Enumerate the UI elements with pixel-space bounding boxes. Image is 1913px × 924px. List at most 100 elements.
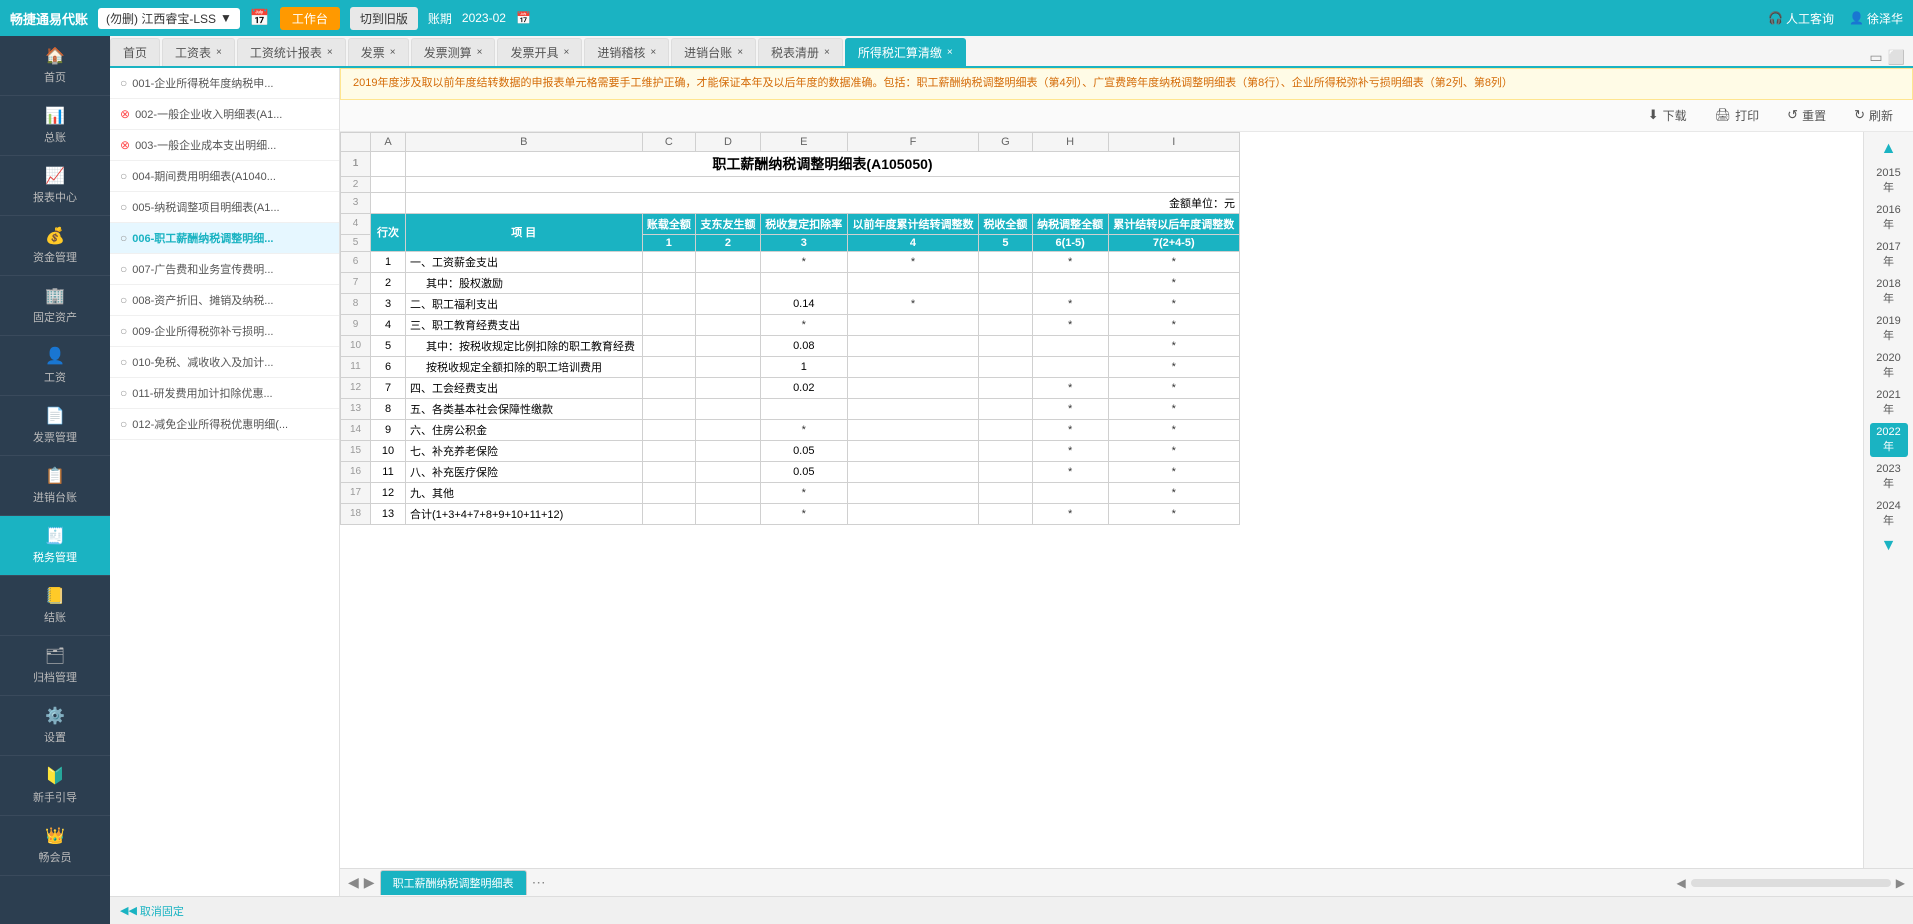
sidebar-item-finance[interactable]: 💰 资金管理 [0,216,110,276]
status-ok-active-icon: ○ [120,231,127,245]
file-item-001[interactable]: ○ 001-企业所得税年度纳税申... [110,68,339,99]
content-area: 首页 工资表 × 工资统计报表 × 发票 × 发票测算 × 发票开具 × [110,36,1913,924]
tabs-minimize-icon[interactable]: ▭ [1869,49,1882,66]
company-selector[interactable]: (勿删) 江西睿宝-LSS ▼ [98,8,240,29]
col-header-zhangzai: 账载全额 [642,213,696,234]
year-2023[interactable]: 2023年 [1870,460,1908,494]
print-button[interactable]: 🖨 打印 [1707,104,1768,127]
workspace-button[interactable]: 工作台 [280,7,340,30]
sidebar-item-invoice[interactable]: 📄 发票管理 [0,396,110,456]
file-item-008[interactable]: ○ 008-资产折旧、摊销及纳税... [110,285,339,316]
tab-invoice-issue[interactable]: 发票开具 × [497,38,582,66]
status-ok-icon: ○ [120,324,127,338]
warning-text: 2019年度涉及取以前年度结转数据的申报表单元格需要手工维护正确，才能保证本年及… [353,77,1513,89]
table-row: 16 11 八、补充医疗保险 0.05 * * [341,461,1240,482]
table-row: 15 10 七、补充养老保险 0.05 * * [341,440,1240,461]
close-tab-payroll[interactable]: × [216,47,222,58]
year-scroll-up[interactable]: ▲ [1864,137,1913,161]
tab-invoice[interactable]: 发票 × [348,38,409,66]
close-tab-sales-ledger[interactable]: × [737,47,743,58]
user-menu[interactable]: 👤 徐泽华 [1849,10,1903,27]
cancel-fixed-link[interactable]: ◀◀ 取消固定 [120,903,184,919]
sidebar-item-guide[interactable]: 🔰 新手引导 [0,756,110,816]
year-2021[interactable]: 2021年 [1870,386,1908,420]
sidebar-label-home: 首页 [44,69,66,85]
download-button[interactable]: ⬇ 下载 [1640,104,1695,127]
tab-payroll-stats[interactable]: 工资统计报表 × [237,38,346,66]
sidebar-item-payroll[interactable]: 👤 工资 [0,336,110,396]
refresh-button[interactable]: ↻ 刷新 [1846,104,1901,127]
sheet-tab-main[interactable]: 职工薪酬纳税调整明细表 [380,870,527,895]
sidebar-item-ledger[interactable]: 📊 总账 [0,96,110,156]
close-tab-sales-audit[interactable]: × [650,47,656,58]
support-link[interactable]: 🎧 人工客询 [1768,10,1834,27]
status-ok-icon: ○ [120,262,127,276]
year-scroll-down[interactable]: ▼ [1864,534,1913,558]
sidebar-item-member[interactable]: 👑 畅会员 [0,816,110,876]
sidebar-label-payroll: 工资 [44,369,66,385]
download-icon: ⬇ [1648,107,1659,123]
horizontal-scrollbar[interactable] [1691,879,1891,887]
year-2016[interactable]: 2016年 [1870,201,1908,235]
sheet-scroll-bar[interactable]: ◀ ▶ [1677,876,1905,890]
sheet-nav-prev[interactable]: ◀ [348,874,359,891]
tabs-bar: 首页 工资表 × 工资统计报表 × 发票 × 发票测算 × 发票开具 × [110,36,1913,68]
close-tab-invoice-issue[interactable]: × [563,47,569,58]
chevron-down-icon: ▼ [220,11,232,25]
close-tab-payroll-stats[interactable]: × [327,47,333,58]
tab-income-tax[interactable]: 所得税汇算清缴 × [845,38,966,66]
spreadsheet-area[interactable]: A B C D E F G H I [340,132,1863,868]
col-subheader-4: 4 [847,234,978,251]
file-item-006[interactable]: ○ 006-职工薪酬纳税调整明细... [110,223,339,254]
file-item-012[interactable]: ○ 012-减免企业所得税优惠明细(... [110,409,339,440]
file-item-009[interactable]: ○ 009-企业所得税弥补亏损明... [110,316,339,347]
file-item-011[interactable]: ○ 011-研发费用加计扣除优惠... [110,378,339,409]
year-2019[interactable]: 2019年 [1870,312,1908,346]
switch-version-button[interactable]: 切到旧版 [350,7,418,30]
file-list-panel: ○ 001-企业所得税年度纳税申... ⊗ 002-一般企业收入明细表(A1..… [110,68,340,896]
file-item-004[interactable]: ○ 004-期间费用明细表(A1040... [110,161,339,192]
table-row: 13 8 五、各类基本社会保障性缴款 * * [341,398,1240,419]
close-tab-tax-forms[interactable]: × [824,47,830,58]
tab-payroll[interactable]: 工资表 × [162,38,235,66]
sidebar-item-settings[interactable]: ⚙️ 设置 [0,696,110,756]
sidebar-label-finance: 资金管理 [33,249,77,265]
sidebar-item-archive[interactable]: 🗂 归档管理 [0,636,110,696]
sidebar-item-assets[interactable]: 🏢 固定资产 [0,276,110,336]
sheet-nav-next[interactable]: ▶ [364,874,375,891]
period-value: 2023-02 [462,11,506,25]
close-tab-income-tax[interactable]: × [947,47,953,58]
year-2017[interactable]: 2017年 [1870,238,1908,272]
tab-sales-ledger[interactable]: 进销台账 × [671,38,756,66]
file-item-007[interactable]: ○ 007-广告费和业务宣传费明... [110,254,339,285]
scroll-left-icon[interactable]: ◀ [1677,876,1686,890]
status-ok-icon: ○ [120,200,127,214]
tabs-maximize-icon[interactable]: ⬜ [1888,49,1905,66]
close-tab-invoice-calc[interactable]: × [477,47,483,58]
sidebar-item-close[interactable]: 📒 结账 [0,576,110,636]
year-2015[interactable]: 2015年 [1870,164,1908,198]
sidebar-item-reports[interactable]: 📈 报表中心 [0,156,110,216]
app-logo: 畅捷通易代账 [10,9,88,28]
file-item-010[interactable]: ○ 010-免税、减收收入及加计... [110,347,339,378]
year-2022[interactable]: 2022年 [1870,423,1908,457]
year-2020[interactable]: 2020年 [1870,349,1908,383]
tab-tax-forms[interactable]: 税表清册 × [758,38,843,66]
tab-home[interactable]: 首页 [110,38,160,66]
tab-invoice-calc[interactable]: 发票测算 × [411,38,496,66]
status-ok-icon: ○ [120,386,127,400]
sidebar-item-sales[interactable]: 📋 进销台账 [0,456,110,516]
sheet-tab-more[interactable]: ⋯ [532,874,546,891]
file-item-003[interactable]: ⊗ 003-一般企业成本支出明细... [110,130,339,161]
period-calendar-icon: 📅 [516,11,531,25]
reset-button[interactable]: ↺ 重置 [1779,104,1834,127]
scroll-right-icon[interactable]: ▶ [1896,876,1905,890]
tab-sales-audit[interactable]: 进销稽核 × [584,38,669,66]
sidebar-item-home[interactable]: 🏠 首页 [0,36,110,96]
sidebar-item-tax[interactable]: 🧾 税务管理 [0,516,110,576]
file-item-005[interactable]: ○ 005-纳税调整项目明细表(A1... [110,192,339,223]
year-2018[interactable]: 2018年 [1870,275,1908,309]
file-item-002[interactable]: ⊗ 002-一般企业收入明细表(A1... [110,99,339,130]
close-tab-invoice[interactable]: × [390,47,396,58]
year-2024[interactable]: 2024年 [1870,497,1908,531]
